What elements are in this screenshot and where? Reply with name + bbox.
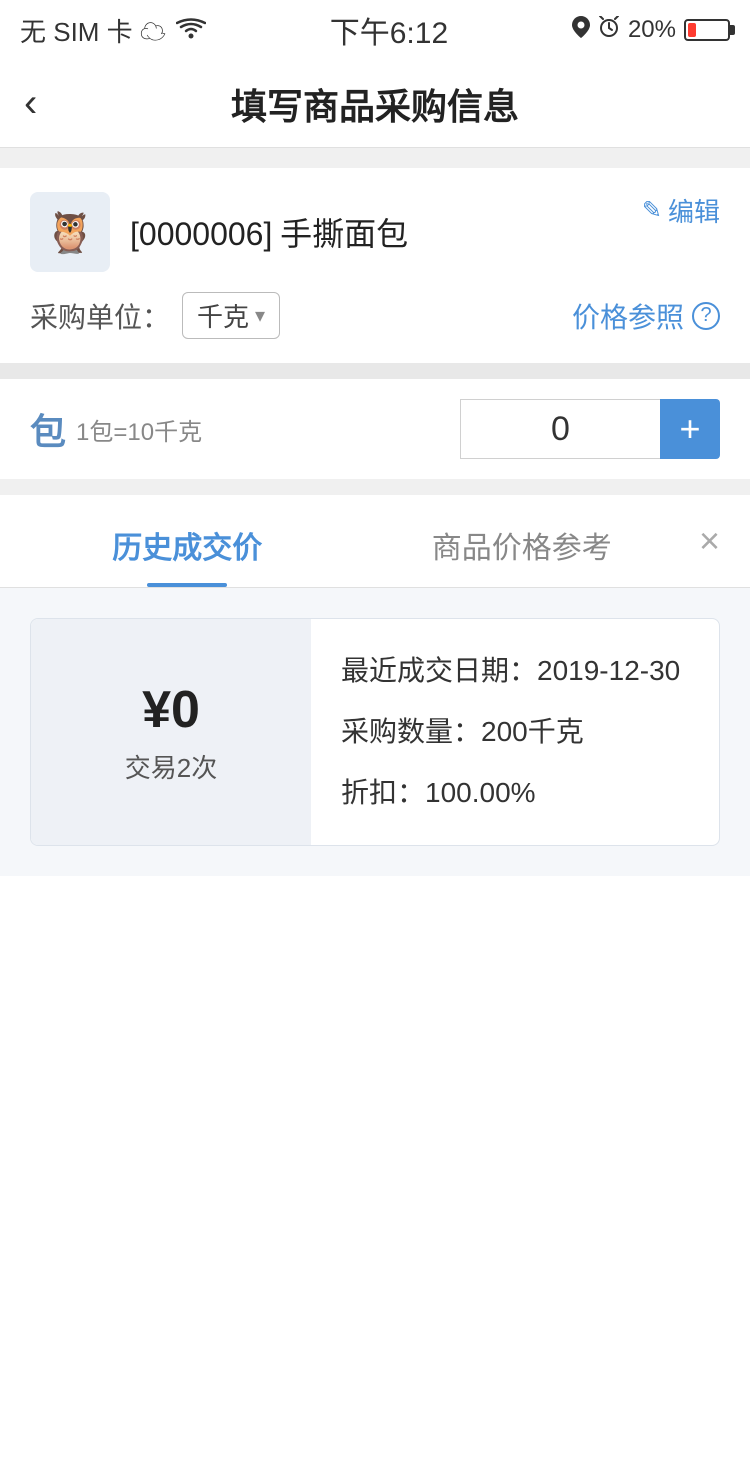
tab-close-button[interactable]: ×	[689, 510, 730, 572]
edit-icon: ✎	[642, 196, 662, 225]
tab-product-price[interactable]: 商品价格参考	[354, 495, 688, 587]
recent-date-label: 最近成交日期：	[341, 655, 537, 686]
battery-icon	[684, 19, 730, 41]
recent-date-row: 最近成交日期：2019-12-30	[341, 649, 689, 694]
wifi-icon	[176, 15, 206, 46]
unit-equiv-label: 1包=10千克	[76, 412, 202, 447]
quantity-plus-button[interactable]: +	[660, 399, 720, 459]
price-content: ¥0 交易2次 最近成交日期：2019-12-30 采购数量：200千克 折扣：…	[0, 588, 750, 876]
owl-icon: 🦉	[45, 209, 95, 256]
recent-date-value: 2019-12-30	[537, 655, 680, 686]
status-left: 无 SIM 卡 ☁	[20, 12, 206, 49]
quantity-row: 包 1包=10千克 0 +	[0, 379, 750, 479]
discount-label: 折扣：	[341, 777, 425, 808]
alarm-icon	[598, 16, 620, 45]
price-tabs: 历史成交价 商品价格参考 ×	[0, 495, 750, 588]
product-card: 🦉 [0000006] 手撕面包 ✎ 编辑 采购单位： 千克 ▾ 价格参照 ?	[0, 168, 750, 363]
unit-label: 包 1包=10千克	[30, 403, 202, 455]
product-id: [0000006]	[130, 216, 272, 252]
quantity-control: 0 +	[460, 399, 720, 459]
history-price-right: 最近成交日期：2019-12-30 采购数量：200千克 折扣：100.00%	[311, 619, 719, 845]
tab-product-label: 商品价格参考	[432, 532, 612, 565]
edit-button[interactable]: ✎ 编辑	[642, 192, 720, 229]
page-header: ‹ 填写商品采购信息	[0, 60, 750, 148]
discount-row: 折扣：100.00%	[341, 771, 689, 816]
product-name-container: [0000006] 手撕面包	[130, 209, 408, 255]
status-right: 20%	[572, 16, 730, 45]
battery-percent: 20%	[628, 16, 676, 44]
tab-history-price[interactable]: 历史成交价	[20, 495, 354, 587]
unit-dropdown[interactable]: 千克 ▾	[182, 292, 280, 339]
price-number: 0	[171, 681, 200, 739]
product-top-row: 🦉 [0000006] 手撕面包 ✎ 编辑	[30, 192, 720, 272]
product-thumbnail: 🦉	[30, 192, 110, 272]
plus-label: +	[679, 408, 700, 450]
back-button[interactable]: ‹	[24, 81, 37, 126]
divider	[0, 363, 750, 379]
status-bar: 无 SIM 卡 ☁ 下午6:12	[0, 0, 750, 60]
purchase-qty-row: 采购数量：200千克	[341, 710, 689, 755]
unit-box-label: 包	[30, 403, 66, 455]
purchase-unit-row: 采购单位： 千克 ▾	[30, 292, 280, 339]
quantity-value: 0	[551, 410, 570, 449]
history-card: ¥0 交易2次 最近成交日期：2019-12-30 采购数量：200千克 折扣：…	[30, 618, 720, 846]
history-price-left: ¥0 交易2次	[31, 619, 311, 845]
discount-value: 100.00%	[425, 777, 536, 808]
battery-fill	[688, 23, 696, 37]
quantity-input[interactable]: 0	[460, 399, 660, 459]
page-title: 填写商品采购信息	[231, 78, 519, 130]
product-name: 手撕面包	[280, 216, 408, 252]
unit-value: 千克	[197, 297, 249, 334]
currency-symbol: ¥	[142, 681, 171, 739]
sim-label: 无 SIM 卡 ☁	[20, 12, 166, 49]
main-background	[0, 876, 750, 1476]
history-transaction-count: 交易2次	[125, 748, 217, 785]
purchase-qty-value: 200千克	[481, 716, 584, 747]
chevron-down-icon: ▾	[255, 303, 265, 328]
location-icon	[572, 16, 590, 45]
product-bottom-row: 采购单位： 千克 ▾ 价格参照 ?	[30, 292, 720, 339]
purchase-qty-label: 采购数量：	[341, 716, 481, 747]
history-price-value: ¥0	[142, 680, 200, 740]
status-time: 下午6:12	[330, 8, 448, 52]
product-info-left: 🦉 [0000006] 手撕面包	[30, 192, 408, 272]
price-ref-label: 价格参照	[572, 296, 684, 336]
edit-label: 编辑	[668, 192, 720, 229]
question-icon: ?	[692, 302, 720, 330]
purchase-unit-label: 采购单位：	[30, 296, 170, 336]
price-ref-button[interactable]: 价格参照 ?	[572, 296, 720, 336]
tab-history-label: 历史成交价	[112, 532, 262, 565]
price-panel: 历史成交价 商品价格参考 × ¥0 交易2次 最近成交日期：2019-12-30…	[0, 495, 750, 876]
